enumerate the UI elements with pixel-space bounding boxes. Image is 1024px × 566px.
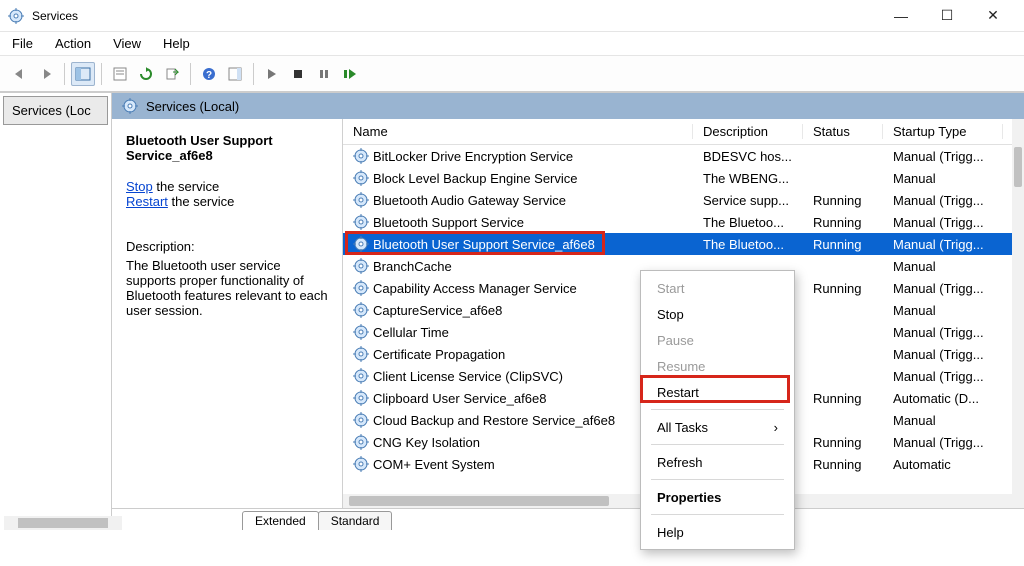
- service-icon: [353, 236, 369, 252]
- services-icon: [122, 98, 138, 114]
- description-label: Description:: [126, 239, 332, 254]
- svg-text:?: ?: [206, 70, 212, 81]
- service-row[interactable]: Block Level Backup Engine ServiceThe WBE…: [343, 167, 1012, 189]
- app-icon: [8, 8, 24, 24]
- menu-help[interactable]: Help: [159, 34, 194, 53]
- menuitem-restart[interactable]: Restart: [641, 379, 794, 405]
- tree-horizontal-scrollbar[interactable]: [4, 516, 122, 530]
- restart-link[interactable]: Restart: [126, 194, 168, 209]
- refresh-button[interactable]: [134, 62, 158, 86]
- menu-file[interactable]: File: [8, 34, 37, 53]
- column-startup-type[interactable]: Startup Type: [883, 124, 1003, 139]
- menuitem-stop[interactable]: Stop: [641, 301, 794, 327]
- menu-view[interactable]: View: [109, 34, 145, 53]
- window-title: Services: [32, 9, 878, 23]
- service-icon: [353, 214, 369, 230]
- service-icon: [353, 258, 369, 274]
- console-tree: Services (Loc: [0, 93, 112, 530]
- forward-button[interactable]: [34, 62, 58, 86]
- start-service-button[interactable]: [260, 62, 284, 86]
- service-icon: [353, 390, 369, 406]
- tab-extended[interactable]: Extended: [242, 511, 319, 530]
- show-hide-action-pane-button[interactable]: [223, 62, 247, 86]
- menubar: File Action View Help: [0, 32, 1024, 56]
- restart-service-button[interactable]: [338, 62, 362, 86]
- menuitem-resume: Resume: [641, 353, 794, 379]
- maximize-button[interactable]: ☐: [924, 0, 970, 32]
- column-name[interactable]: Name: [343, 124, 693, 139]
- service-icon: [353, 368, 369, 384]
- menuitem-start: Start: [641, 275, 794, 301]
- service-icon: [353, 280, 369, 296]
- service-icon: [353, 192, 369, 208]
- service-icon: [353, 148, 369, 164]
- menu-action[interactable]: Action: [51, 34, 95, 53]
- close-button[interactable]: ✕: [970, 0, 1016, 32]
- menuitem-pause: Pause: [641, 327, 794, 353]
- pause-service-button[interactable]: [312, 62, 336, 86]
- show-hide-tree-button[interactable]: [71, 62, 95, 86]
- service-icon: [353, 456, 369, 472]
- column-headers: Name Description Status Startup Type: [343, 119, 1024, 145]
- export-button[interactable]: [160, 62, 184, 86]
- menuitem-refresh[interactable]: Refresh: [641, 449, 794, 475]
- help-button[interactable]: ?: [197, 62, 221, 86]
- tab-standard[interactable]: Standard: [318, 511, 393, 530]
- pane-caption: Services (Local): [112, 93, 1024, 119]
- back-button[interactable]: [8, 62, 32, 86]
- service-icon: [353, 324, 369, 340]
- stop-link[interactable]: Stop: [126, 179, 153, 194]
- menuitem-properties[interactable]: Properties: [641, 484, 794, 510]
- column-status[interactable]: Status: [803, 124, 883, 139]
- service-icon: [353, 412, 369, 428]
- service-row[interactable]: Bluetooth User Support Service_af6e8The …: [343, 233, 1012, 255]
- service-icon: [353, 302, 369, 318]
- service-icon: [353, 346, 369, 362]
- menuitem-all-tasks[interactable]: All Tasks›: [641, 414, 794, 440]
- tree-node-services-local[interactable]: Services (Loc: [3, 96, 108, 125]
- toolbar: ?: [0, 56, 1024, 92]
- selected-service-name: Bluetooth User Support Service_af6e8: [126, 133, 332, 163]
- stop-service-button[interactable]: [286, 62, 310, 86]
- context-menu: StartStopPauseResumeRestart All Tasks› Ref…: [640, 270, 795, 550]
- view-tabs: Extended Standard: [112, 508, 1024, 530]
- properties-button[interactable]: [108, 62, 132, 86]
- minimize-button[interactable]: —: [878, 0, 924, 32]
- titlebar: Services — ☐ ✕: [0, 0, 1024, 32]
- service-row[interactable]: Bluetooth Audio Gateway ServiceService s…: [343, 189, 1012, 211]
- column-description[interactable]: Description: [693, 124, 803, 139]
- detail-pane: Bluetooth User Support Service_af6e8 Sto…: [112, 119, 342, 508]
- service-row[interactable]: BitLocker Drive Encryption ServiceBDESVC…: [343, 145, 1012, 167]
- service-icon: [353, 434, 369, 450]
- menuitem-help[interactable]: Help: [641, 519, 794, 545]
- caption-text: Services (Local): [146, 99, 239, 114]
- description-text: The Bluetooth user service supports prop…: [126, 258, 332, 318]
- vertical-scrollbar[interactable]: [1012, 119, 1024, 508]
- service-row[interactable]: Bluetooth Support ServiceThe Bluetoo...R…: [343, 211, 1012, 233]
- chevron-right-icon: ›: [774, 420, 778, 435]
- service-icon: [353, 170, 369, 186]
